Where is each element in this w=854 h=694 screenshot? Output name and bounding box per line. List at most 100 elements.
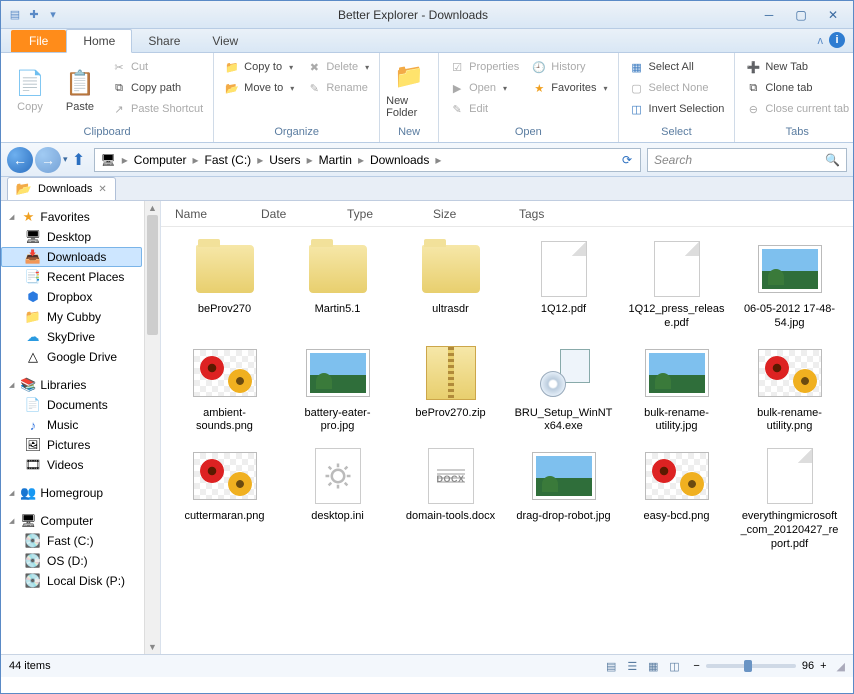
history-button[interactable]: 🕘History	[527, 57, 611, 77]
file-item[interactable]: beProv270.zip	[397, 341, 504, 437]
tab-share[interactable]: Share	[132, 30, 196, 52]
breadcrumb-root-icon[interactable]: 🖥	[97, 153, 120, 167]
rename-button[interactable]: ✎Rename	[302, 78, 373, 98]
file-item[interactable]: beProv270	[171, 237, 278, 333]
file-item[interactable]: 1Q12.pdf	[510, 237, 617, 333]
nav-history-dropdown[interactable]: ▾	[63, 154, 68, 165]
sidebar-item-desktop[interactable]: 🖥Desktop	[1, 227, 142, 247]
copy-button[interactable]: 📄Copy	[7, 57, 53, 123]
cut-button[interactable]: ✂Cut	[107, 57, 207, 77]
file-item[interactable]: drag-drop-robot.jpg	[510, 444, 617, 553]
zoom-out-button[interactable]: −	[693, 660, 699, 672]
paste-shortcut-button[interactable]: ↗Paste Shortcut	[107, 99, 207, 119]
favorites-button[interactable]: ★Favorites	[527, 78, 611, 98]
col-tags[interactable]: Tags	[519, 207, 593, 221]
qat-overflow-icon[interactable]: ▾	[45, 7, 61, 23]
sidebar-item-skydrive[interactable]: ☁SkyDrive	[1, 327, 142, 347]
sidebar-item-documents[interactable]: 📄Documents	[1, 395, 142, 415]
sidebar-item-drive-d[interactable]: 💽OS (D:)	[1, 551, 142, 571]
view-details-button[interactable]: ▤	[603, 658, 619, 674]
file-item[interactable]: desktop.ini	[284, 444, 391, 553]
file-item[interactable]: DOCXdomain-tools.docx	[397, 444, 504, 553]
close-button[interactable]: ✕	[823, 8, 843, 22]
file-item[interactable]: BRU_Setup_WinNTx64.exe	[510, 341, 617, 437]
sidebar-item-drive-c[interactable]: 💽Fast (C:)	[1, 531, 142, 551]
file-item[interactable]: ambient-sounds.png	[171, 341, 278, 437]
clone-tab-button[interactable]: ⧉Clone tab	[741, 78, 853, 98]
new-tab-button[interactable]: ➕New Tab	[741, 57, 853, 77]
sidebar-item-downloads[interactable]: 📥Downloads	[1, 247, 142, 267]
breadcrumb-seg[interactable]: Users	[265, 153, 304, 167]
view-tiles-button[interactable]: ▦	[645, 658, 661, 674]
file-item[interactable]: ultrasdr	[397, 237, 504, 333]
col-name[interactable]: Name	[175, 207, 249, 221]
tree-computer[interactable]: 🖥Computer	[1, 511, 142, 531]
sidebar-item-music[interactable]: ♪Music	[1, 415, 142, 435]
breadcrumb-seg[interactable]: Computer	[130, 153, 191, 167]
tree-favorites[interactable]: ★Favorites	[1, 207, 142, 227]
maximize-button[interactable]: ▢	[791, 8, 811, 22]
paste-button[interactable]: 📋Paste	[57, 57, 103, 123]
sidebar-item-recent[interactable]: 📑Recent Places	[1, 267, 142, 287]
tree-libraries[interactable]: 📚Libraries	[1, 375, 142, 395]
copy-to-button[interactable]: 📁Copy to	[220, 57, 298, 77]
file-item[interactable]: 06-05-2012 17-48-54.jpg	[736, 237, 843, 333]
col-date[interactable]: Date	[261, 207, 335, 221]
nav-forward-button[interactable]: →	[35, 147, 61, 173]
zoom-control[interactable]: − 96 +	[693, 660, 826, 672]
view-list-button[interactable]: ☰	[624, 658, 640, 674]
tab-close-button[interactable]: ✕	[98, 184, 106, 195]
file-item[interactable]: everythingmicrosoft_com_20120427_report.…	[736, 444, 843, 553]
file-item[interactable]: bulk-rename-utility.png	[736, 341, 843, 437]
file-tab[interactable]: File	[11, 30, 66, 52]
sidebar-item-pictures[interactable]: 🖼Pictures	[1, 435, 142, 455]
sidebar-item-drive-p[interactable]: 💽Local Disk (P:)	[1, 571, 142, 591]
zoom-slider[interactable]	[706, 664, 796, 668]
file-item[interactable]: battery-eater-pro.jpg	[284, 341, 391, 437]
col-type[interactable]: Type	[347, 207, 421, 221]
column-headers[interactable]: Name Date Type Size Tags	[161, 201, 853, 227]
open-button[interactable]: ▶Open	[445, 78, 523, 98]
tree-homegroup[interactable]: 👥Homegroup	[1, 483, 142, 503]
navigation-pane[interactable]: ▲▼ ★Favorites 🖥Desktop 📥Downloads 📑Recen…	[1, 201, 161, 654]
view-icons-button[interactable]: ◫	[666, 658, 682, 674]
select-none-button[interactable]: ▢Select None	[625, 78, 729, 98]
properties-button[interactable]: ☑Properties	[445, 57, 523, 77]
col-size[interactable]: Size	[433, 207, 507, 221]
file-item[interactable]: Martin5.1	[284, 237, 391, 333]
breadcrumb-seg[interactable]: Downloads	[366, 153, 433, 167]
tab-view[interactable]: View	[196, 30, 254, 52]
search-input[interactable]: Search 🔍	[647, 148, 847, 172]
resize-grip[interactable]: ◢	[837, 660, 845, 673]
qat-app-icon[interactable]: ▤	[7, 7, 23, 23]
sidebar-item-cubby[interactable]: 📁My Cubby	[1, 307, 142, 327]
select-all-button[interactable]: ▦Select All	[625, 57, 729, 77]
document-tab[interactable]: 📂 Downloads ✕	[7, 177, 116, 200]
qat-new-icon[interactable]: ✚	[26, 7, 42, 23]
collapse-ribbon-icon[interactable]: ʌ	[818, 35, 824, 47]
nav-up-button[interactable]: ⬆	[70, 151, 88, 169]
breadcrumb-seg[interactable]: Fast (C:)	[201, 153, 256, 167]
edit-button[interactable]: ✎Edit	[445, 99, 523, 119]
file-grid[interactable]: beProv270Martin5.1ultrasdr1Q12.pdf1Q12_p…	[161, 227, 853, 654]
move-to-button[interactable]: 📂Move to	[220, 78, 298, 98]
breadcrumb-seg[interactable]: Martin	[315, 153, 356, 167]
file-item[interactable]: bulk-rename-utility.jpg	[623, 341, 730, 437]
copy-path-button[interactable]: ⧉Copy path	[107, 78, 207, 98]
sidebar-item-videos[interactable]: 🎞Videos	[1, 455, 142, 475]
help-icon[interactable]: i	[829, 32, 845, 48]
invert-selection-button[interactable]: ◫Invert Selection	[625, 99, 729, 119]
file-item[interactable]: easy-bcd.png	[623, 444, 730, 553]
zoom-in-button[interactable]: +	[820, 660, 826, 672]
refresh-button[interactable]: ⟳	[616, 153, 638, 167]
file-item[interactable]: 1Q12_press_release.pdf	[623, 237, 730, 333]
file-item[interactable]: cuttermaran.png	[171, 444, 278, 553]
minimize-button[interactable]: ─	[759, 8, 779, 22]
new-folder-button[interactable]: 📁New Folder	[386, 57, 432, 123]
sidebar-item-gdrive[interactable]: △Google Drive	[1, 347, 142, 367]
tab-home[interactable]: Home	[66, 29, 132, 53]
sidebar-scrollbar[interactable]: ▲▼	[144, 201, 160, 654]
delete-button[interactable]: ✖Delete	[302, 57, 373, 77]
breadcrumb[interactable]: 🖥▸ Computer▸ Fast (C:)▸ Users▸ Martin▸ D…	[94, 148, 641, 172]
close-current-tab-button[interactable]: ⊖Close current tab	[741, 99, 853, 119]
